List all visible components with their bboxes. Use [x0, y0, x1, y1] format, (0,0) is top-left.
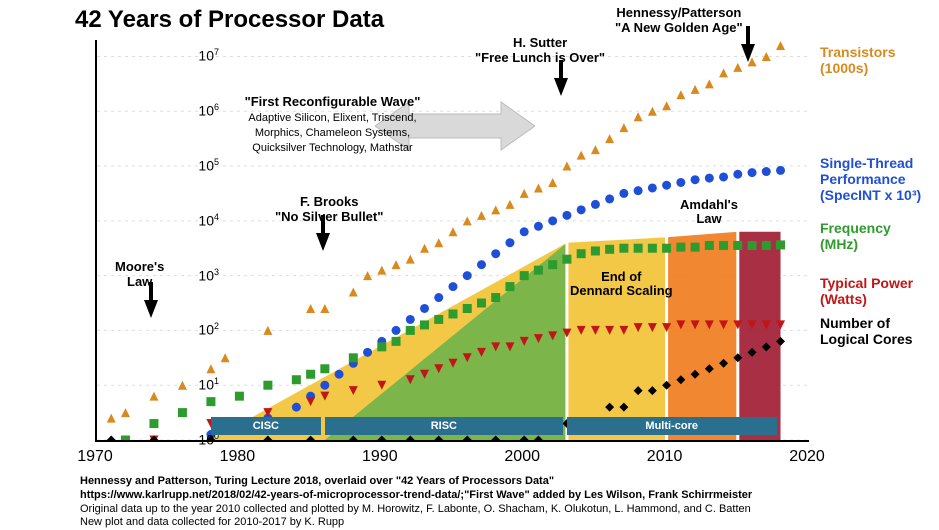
x-tick: 2010	[647, 448, 683, 466]
annotation-brooks: F. Brooks "No Silver Bullet"	[275, 195, 383, 225]
era-bar: CISC	[211, 417, 321, 435]
legend-item: Transistors(1000s)	[820, 44, 895, 76]
y-tick: 104	[159, 212, 219, 229]
chart-title: 42 Years of Processor Data	[75, 6, 384, 34]
arrow-icon	[554, 78, 568, 96]
annotation-hennessy-title: Hennessy/Patterson	[616, 5, 741, 20]
credit-line: New plot and data collected for 2010-201…	[80, 516, 752, 530]
legend-item: Typical Power(Watts)	[820, 275, 913, 307]
arrow-icon	[316, 233, 330, 251]
y-tick: 103	[159, 267, 219, 284]
annotation-moore: Moore'sLaw	[115, 260, 164, 290]
x-tick: 1970	[77, 448, 113, 466]
annotation-firstwave-title: "First Reconfigurable Wave"	[245, 94, 421, 109]
annotation-sutter: H. Sutter "Free Lunch is Over"	[475, 36, 605, 66]
y-tick: 105	[159, 157, 219, 174]
legend-item: Number ofLogical Cores	[820, 315, 913, 347]
y-tick: 107	[159, 47, 219, 64]
x-tick: 1980	[220, 448, 256, 466]
annotation-brooks-sub: "No Silver Bullet"	[275, 209, 383, 224]
x-tick: 1990	[362, 448, 398, 466]
y-tick: 102	[159, 321, 219, 338]
y-tick: 101	[159, 376, 219, 393]
annotation-sutter-sub: "Free Lunch is Over"	[475, 50, 605, 65]
y-tick: 106	[159, 102, 219, 119]
annotation-sutter-title: H. Sutter	[513, 35, 567, 50]
era-bar: Multi-core	[567, 417, 777, 435]
annotation-firstwave-sub: Adaptive Silicon, Elixent, Triscend,Morp…	[248, 112, 416, 154]
credit-line: Hennessy and Patterson, Turing Lecture 2…	[80, 475, 752, 489]
credit-line: https://www.karlrupp.net/2018/02/42-year…	[80, 489, 752, 503]
arrow-icon	[741, 44, 755, 62]
annotation-firstwave: "First Reconfigurable Wave" Adaptive Sil…	[230, 95, 435, 155]
era-bar: RISC	[325, 417, 563, 435]
legend-item: Frequency(MHz)	[820, 220, 891, 252]
arrow-icon	[144, 300, 158, 318]
x-tick: 2020	[789, 448, 825, 466]
x-tick: 2000	[504, 448, 540, 466]
annotation-hennessy: Hennessy/Patterson "A New Golden Age"	[615, 6, 743, 36]
credit-line: Original data up to the year 2010 collec…	[80, 503, 752, 517]
annotation-dennard: End ofDennard Scaling	[570, 270, 673, 299]
legend-item: Single-ThreadPerformance(SpecINT x 10³)	[820, 155, 921, 203]
annotation-amdahl: Amdahl'sLaw	[680, 198, 738, 227]
annotation-brooks-title: F. Brooks	[300, 194, 359, 209]
annotation-hennessy-sub: "A New Golden Age"	[615, 20, 743, 35]
credits: Hennessy and Patterson, Turing Lecture 2…	[80, 475, 752, 530]
